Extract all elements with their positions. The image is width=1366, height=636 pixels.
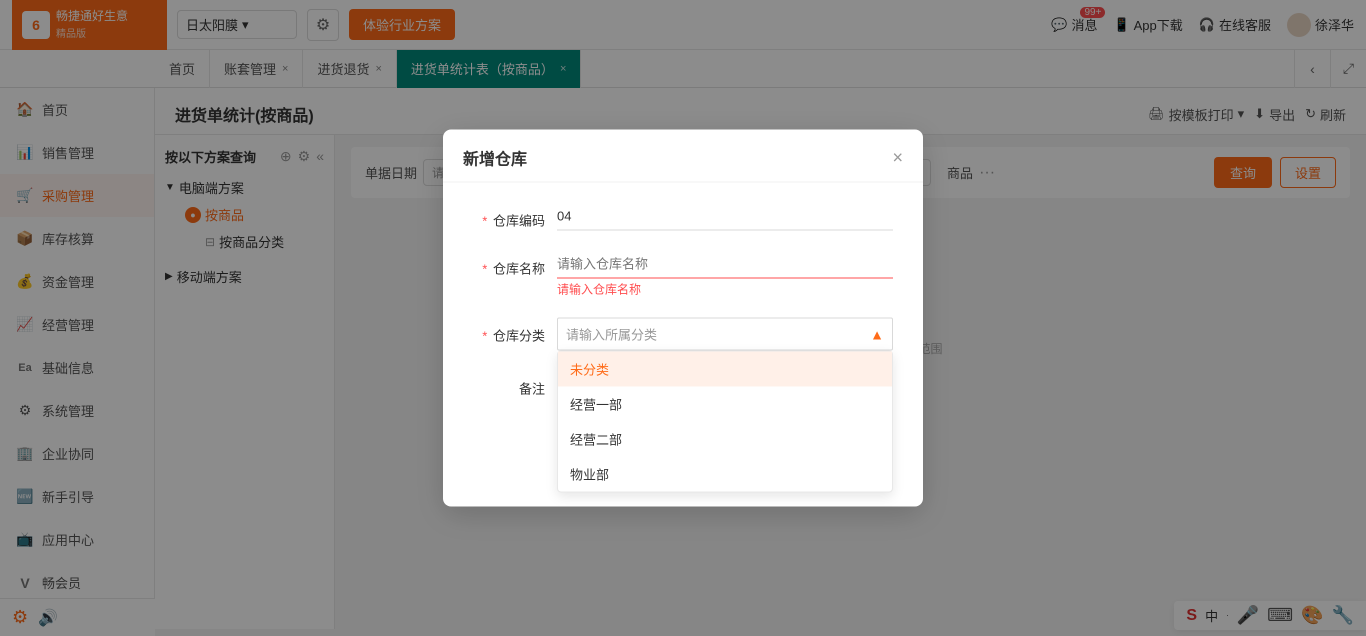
- name-error-message: 请输入仓库名称: [557, 281, 893, 298]
- category-required-star: *: [482, 329, 487, 344]
- code-field: [557, 203, 893, 231]
- dropdown-arrow-up-icon: ▲: [870, 326, 884, 342]
- name-input[interactable]: [557, 251, 893, 279]
- category-label-text: 仓库分类: [493, 329, 545, 344]
- name-row: * 仓库名称 请输入仓库名称: [473, 251, 893, 298]
- option-dept2[interactable]: 经营二部: [558, 422, 892, 457]
- name-field: 请输入仓库名称: [557, 251, 893, 298]
- modal-body: * 仓库编码 * 仓库名称 请输入仓库名称 * 仓库分类: [443, 183, 923, 439]
- code-label-text: 仓库编码: [493, 214, 545, 229]
- option-property[interactable]: 物业部: [558, 457, 892, 492]
- category-label: * 仓库分类: [473, 318, 545, 345]
- modal-title: 新增仓库: [463, 146, 527, 170]
- code-input[interactable]: [557, 203, 893, 231]
- modal-header: 新增仓库 ×: [443, 130, 923, 183]
- name-required-star: *: [482, 262, 487, 277]
- category-row: * 仓库分类 请输入所属分类 ▲ 未分类 经营一部 经营二部 物业部: [473, 318, 893, 351]
- code-required-star: *: [482, 214, 487, 229]
- category-dropdown-list: 未分类 经营一部 经营二部 物业部: [557, 351, 893, 493]
- category-dropdown[interactable]: 请输入所属分类 ▲: [557, 318, 893, 351]
- name-label: * 仓库名称: [473, 251, 545, 278]
- remark-label: 备注: [473, 371, 545, 398]
- code-row: * 仓库编码: [473, 203, 893, 231]
- modal-close-button[interactable]: ×: [892, 149, 903, 167]
- code-label: * 仓库编码: [473, 203, 545, 230]
- name-label-text: 仓库名称: [493, 262, 545, 277]
- category-placeholder: 请输入所属分类: [566, 325, 657, 344]
- option-dept1[interactable]: 经营一部: [558, 387, 892, 422]
- category-field: 请输入所属分类 ▲ 未分类 经营一部 经营二部 物业部: [557, 318, 893, 351]
- new-warehouse-modal: 新增仓库 × * 仓库编码 * 仓库名称 请输入仓库名称: [443, 130, 923, 507]
- option-uncategorized[interactable]: 未分类: [558, 352, 892, 387]
